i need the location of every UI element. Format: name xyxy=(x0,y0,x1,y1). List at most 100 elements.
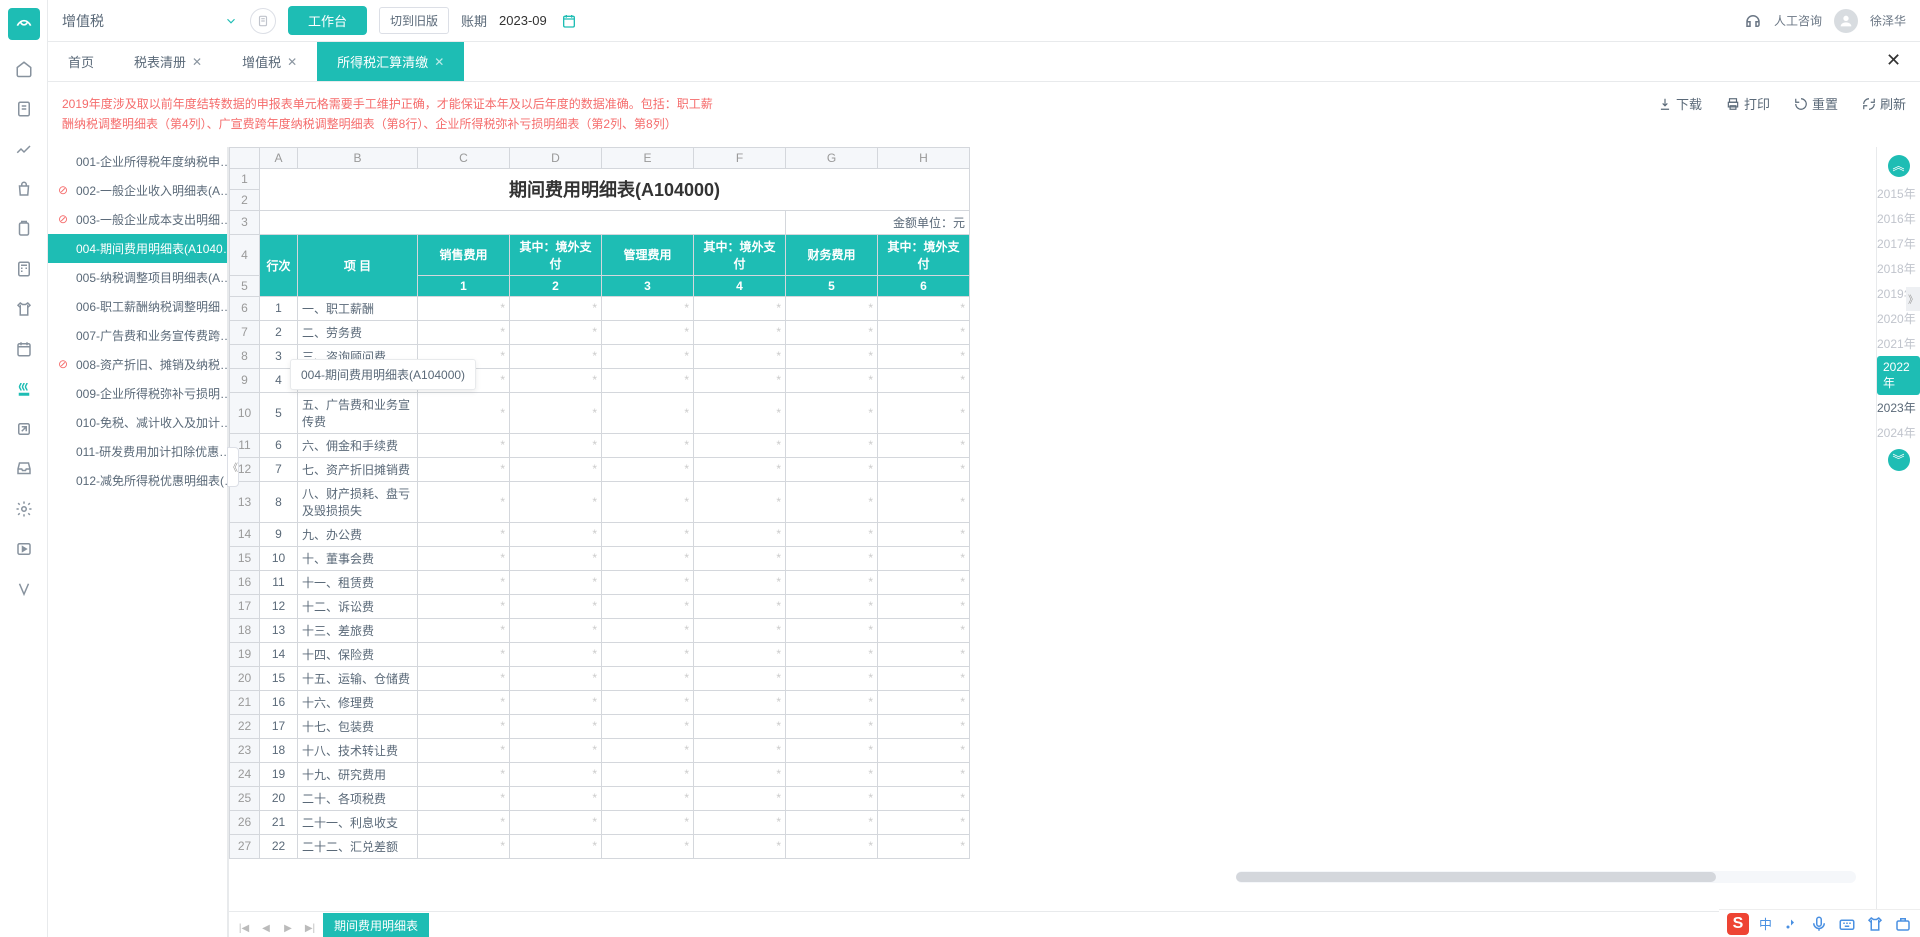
doc-item-2[interactable]: ⊘003-一般企业成本支出明细… xyxy=(48,205,227,234)
doc-tooltip: 004-期间费用明细表(A104000) xyxy=(290,359,476,390)
collapse-sidebar-handle[interactable]: 《 xyxy=(227,447,239,487)
nav-link-icon[interactable] xyxy=(13,418,35,440)
sheet-tab[interactable]: 期间费用明细表 xyxy=(323,913,429,937)
ime-lang[interactable]: 中 xyxy=(1759,914,1772,933)
ime-toolbox-icon[interactable] xyxy=(1894,915,1912,933)
doc-item-9[interactable]: 010-免税、减计收入及加计… xyxy=(48,408,227,437)
workbench-button[interactable]: 工作台 xyxy=(288,6,367,35)
year-2023年[interactable]: 2023年 xyxy=(1877,395,1920,420)
sheet-nav-last[interactable]: ▶| xyxy=(301,919,319,937)
avatar[interactable] xyxy=(1834,9,1858,33)
ime-punct-icon[interactable] xyxy=(1782,915,1800,933)
print-button[interactable]: 打印 xyxy=(1726,94,1770,113)
unit-label: 金额单位：元 xyxy=(786,210,970,234)
reset-button[interactable]: 重置 xyxy=(1794,94,1838,113)
doc-item-10[interactable]: 011-研发费用加计扣除优惠… xyxy=(48,437,227,466)
calendar-icon[interactable] xyxy=(561,13,577,29)
col-D[interactable]: D xyxy=(510,147,602,168)
sheet-nav-first[interactable]: |◀ xyxy=(235,919,253,937)
doc-item-11[interactable]: 012-减免所得税优惠明细表(… xyxy=(48,466,227,495)
ime-logo-icon[interactable]: S xyxy=(1727,913,1749,935)
headset-icon[interactable] xyxy=(1744,12,1762,30)
table-row: 1712十二、诉讼费****** xyxy=(230,594,970,618)
tab-2[interactable]: 增值税✕ xyxy=(222,42,317,81)
warn-icon: ⊘ xyxy=(58,357,72,371)
doc-item-0[interactable]: 001-企业所得税年度纳税申… xyxy=(48,147,227,176)
table-row: 2621二十一、利息收支****** xyxy=(230,810,970,834)
col-G[interactable]: G xyxy=(786,147,878,168)
nav-inbox-icon[interactable] xyxy=(13,458,35,480)
year-scroll-down[interactable]: ︾ xyxy=(1888,449,1910,471)
table-row: 1914十四、保险费****** xyxy=(230,642,970,666)
tab-close-icon[interactable]: ✕ xyxy=(192,55,202,69)
note-button[interactable] xyxy=(250,8,276,34)
tax-type-dropdown[interactable]: 增值税 xyxy=(62,11,238,31)
nav-v-icon[interactable] xyxy=(13,578,35,600)
year-scroll-up[interactable]: ︽ xyxy=(1888,155,1910,177)
year-2018年[interactable]: 2018年 xyxy=(1877,256,1920,281)
switch-old-button[interactable]: 切到旧版 xyxy=(379,7,449,34)
year-2015年[interactable]: 2015年 xyxy=(1877,181,1920,206)
col-E[interactable]: E xyxy=(602,147,694,168)
table-row: 127七、资产折旧摊销费****** xyxy=(230,457,970,481)
refresh-button[interactable]: 刷新 xyxy=(1862,94,1906,113)
sheet-nav-prev[interactable]: ◀ xyxy=(257,919,275,937)
period-value[interactable]: 2023-09 xyxy=(499,13,547,28)
nav-doc-icon[interactable] xyxy=(13,98,35,120)
table-row: 149九、办公费****** xyxy=(230,522,970,546)
nav-clipboard-icon[interactable] xyxy=(13,218,35,240)
year-2024年[interactable]: 2024年 xyxy=(1877,420,1920,445)
chevron-down-icon xyxy=(224,14,238,28)
nav-play-icon[interactable] xyxy=(13,538,35,560)
warn-icon: ⊘ xyxy=(58,212,72,226)
ime-mic-icon[interactable] xyxy=(1810,915,1828,933)
horizontal-scrollbar[interactable] xyxy=(1236,871,1856,883)
col-H[interactable]: H xyxy=(878,147,970,168)
table-row: 2419十九、研究费用****** xyxy=(230,762,970,786)
year-2017年[interactable]: 2017年 xyxy=(1877,231,1920,256)
ime-skin-icon[interactable] xyxy=(1866,915,1884,933)
table-row: 1813十三、差旅费****** xyxy=(230,618,970,642)
close-all-tabs[interactable]: ✕ xyxy=(1886,50,1908,72)
table-row: 61一、职工薪酬****** xyxy=(230,296,970,320)
doc-item-6[interactable]: 007-广告费和业务宣传费跨… xyxy=(48,321,227,350)
warn-icon: ⊘ xyxy=(58,183,72,197)
col-A[interactable]: A xyxy=(260,147,298,168)
nav-gear-icon[interactable] xyxy=(13,498,35,520)
nav-steam-icon[interactable] xyxy=(13,378,35,400)
app-logo[interactable] xyxy=(8,8,40,40)
doc-item-8[interactable]: 009-企业所得税弥补亏损明… xyxy=(48,379,227,408)
table-row: 2722二十二、汇兑差额****** xyxy=(230,834,970,858)
nav-calendar-icon[interactable] xyxy=(13,338,35,360)
tab-close-icon[interactable]: ✕ xyxy=(434,55,444,69)
col-F[interactable]: F xyxy=(694,147,786,168)
year-2016年[interactable]: 2016年 xyxy=(1877,206,1920,231)
nav-calc-icon[interactable] xyxy=(13,258,35,280)
download-button[interactable]: 下载 xyxy=(1658,94,1702,113)
tab-1[interactable]: 税表清册✕ xyxy=(114,42,222,81)
nav-chart-icon[interactable] xyxy=(13,138,35,160)
nav-shirt-icon[interactable] xyxy=(13,298,35,320)
doc-item-7[interactable]: ⊘008-资产折旧、摊销及纳税… xyxy=(48,350,227,379)
consult-link[interactable]: 人工咨询 xyxy=(1774,12,1822,29)
table-row: 2217十七、包装费****** xyxy=(230,714,970,738)
ime-keyboard-icon[interactable] xyxy=(1838,915,1856,933)
year-2021年[interactable]: 2021年 xyxy=(1877,331,1920,356)
nav-bag-icon[interactable] xyxy=(13,178,35,200)
expand-right-handle[interactable]: 》 xyxy=(1906,287,1920,311)
tab-0[interactable]: 首页 xyxy=(48,42,114,81)
doc-item-5[interactable]: 006-职工薪酬纳税调整明细… xyxy=(48,292,227,321)
year-2022年[interactable]: 2022年 xyxy=(1877,356,1920,395)
table-row: 116六、佣金和手续费****** xyxy=(230,433,970,457)
tab-3[interactable]: 所得税汇算清缴✕ xyxy=(317,42,464,81)
doc-item-4[interactable]: 005-纳税调整项目明细表(A… xyxy=(48,263,227,292)
tab-close-icon[interactable]: ✕ xyxy=(287,55,297,69)
col-C[interactable]: C xyxy=(418,147,510,168)
table-row: 138八、财产损耗、盘亏及毁损损失****** xyxy=(230,481,970,522)
doc-item-1[interactable]: ⊘002-一般企业收入明细表(A… xyxy=(48,176,227,205)
period-label: 账期 xyxy=(461,11,487,30)
col-B[interactable]: B xyxy=(298,147,418,168)
sheet-nav-next[interactable]: ▶ xyxy=(279,919,297,937)
doc-item-3[interactable]: 004-期间费用明细表(A1040… xyxy=(48,234,227,263)
nav-home-icon[interactable] xyxy=(13,58,35,80)
